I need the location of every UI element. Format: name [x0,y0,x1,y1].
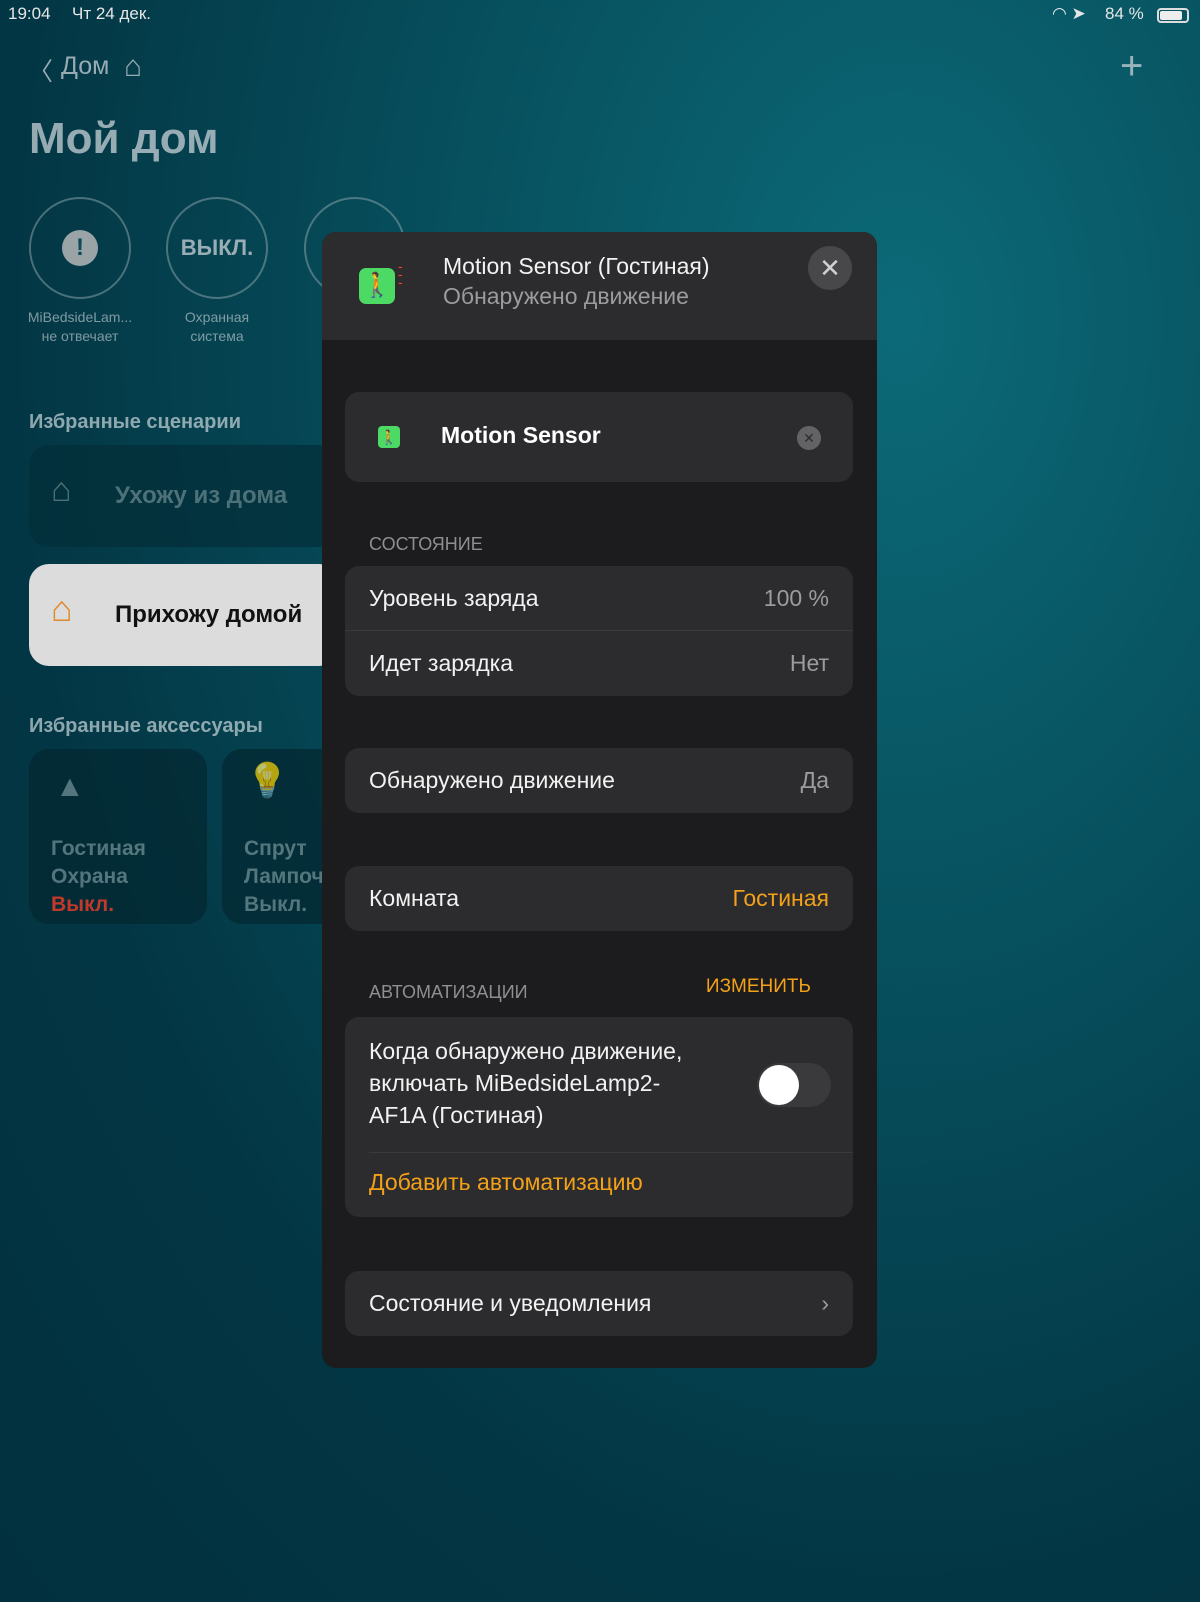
status-label: MiBedsideLam... не отвечает [27,309,133,344]
exclamation-icon: ! [62,230,98,266]
house-person-icon: ⌂ [51,588,73,629]
automation-description: Когда обнаружено движение, включать MiBed… [369,1038,683,1128]
device-card[interactable]: 🚶 Motion Sensor ✕ [345,392,853,482]
security-status[interactable]: ВЫКЛ. [166,197,268,299]
accessory-tile[interactable]: ▲ Гостиная Охрана Выкл. [29,749,207,924]
scenes-header: Избранные сценарии [29,411,241,433]
charging-row: Идет зарядка Нет [369,650,829,676]
clear-icon[interactable]: ✕ [797,426,821,450]
battery-percent: 84 % [1105,4,1144,23]
back-button[interactable]: 〈 Дом [28,52,109,88]
motion-row: Обнаружено движение Да [369,767,829,793]
lightbulb-icon: 💡 [246,762,289,800]
battery-value: 100 % [763,584,829,611]
motion-sensor-icon: 🚶 [359,268,395,304]
siren-icon: ▲ [55,770,85,803]
state-group: Уровень заряда 100 % Идет зарядка Нет [345,566,853,696]
room-value: Гостиная [732,885,829,911]
add-automation-button[interactable]: Добавить автоматизацию [369,1169,643,1196]
device-name: Motion Sensor [441,422,601,448]
charging-value: Нет [789,650,829,676]
status-time: 19:04 [8,4,51,23]
close-button[interactable]: ✕ [808,246,852,290]
house-person-icon: ⌂ [51,471,72,509]
status-date: Чт 24 дек. [72,4,152,23]
notifications-group[interactable]: Состояние и уведомления › [345,1271,853,1336]
state-header: СОСТОЯНИЕ [369,534,483,554]
add-button[interactable]: + [1120,44,1143,89]
modal-header: 🚶 --- Motion Sensor (Гостиная) Обнаружен… [322,232,877,340]
modal-subtitle: Обнаружено движение [443,283,689,309]
scene-arrive-home[interactable]: ⌂ Прихожу домой [29,564,339,666]
notifications-row[interactable]: Состояние и уведомления › [345,1271,853,1336]
chevron-right-icon: › [821,1290,829,1316]
page-title: Мой дом [29,114,219,163]
edit-button[interactable]: ИЗМЕНИТЬ [706,976,811,998]
accessory-detail-modal: 🚶 --- Motion Sensor (Гостиная) Обнаружен… [322,232,877,1368]
automations-header: АВТОМАТИЗАЦИИ [369,982,528,1002]
motion-group: Обнаружено движение Да [345,748,853,813]
motion-sensor-icon: 🚶 [378,426,400,448]
battery-row: Уровень заряда 100 % [345,566,853,631]
scene-leave-home[interactable]: ⌂ Ухожу из дома [29,445,339,547]
chevron-left-icon: 〈 [28,58,54,86]
room-row[interactable]: Комната Гостиная [345,866,853,931]
home-icon[interactable]: ⌂ [124,50,142,84]
wifi-icon: ◠ ➤ [1052,4,1086,23]
motion-waves-icon: --- [398,258,403,290]
accessories-header: Избранные аксессуары [29,715,263,737]
room-group[interactable]: Комната Гостиная [345,866,853,931]
modal-title: Motion Sensor (Гостиная) [443,253,710,279]
battery-icon [1157,8,1189,23]
motion-value: Да [800,767,829,793]
automation-toggle[interactable] [757,1063,831,1107]
status-not-responding[interactable]: ! [29,197,131,299]
back-label: Дом [61,52,110,80]
automations-group: Когда обнаружено движение, включать MiBed… [345,1017,853,1217]
